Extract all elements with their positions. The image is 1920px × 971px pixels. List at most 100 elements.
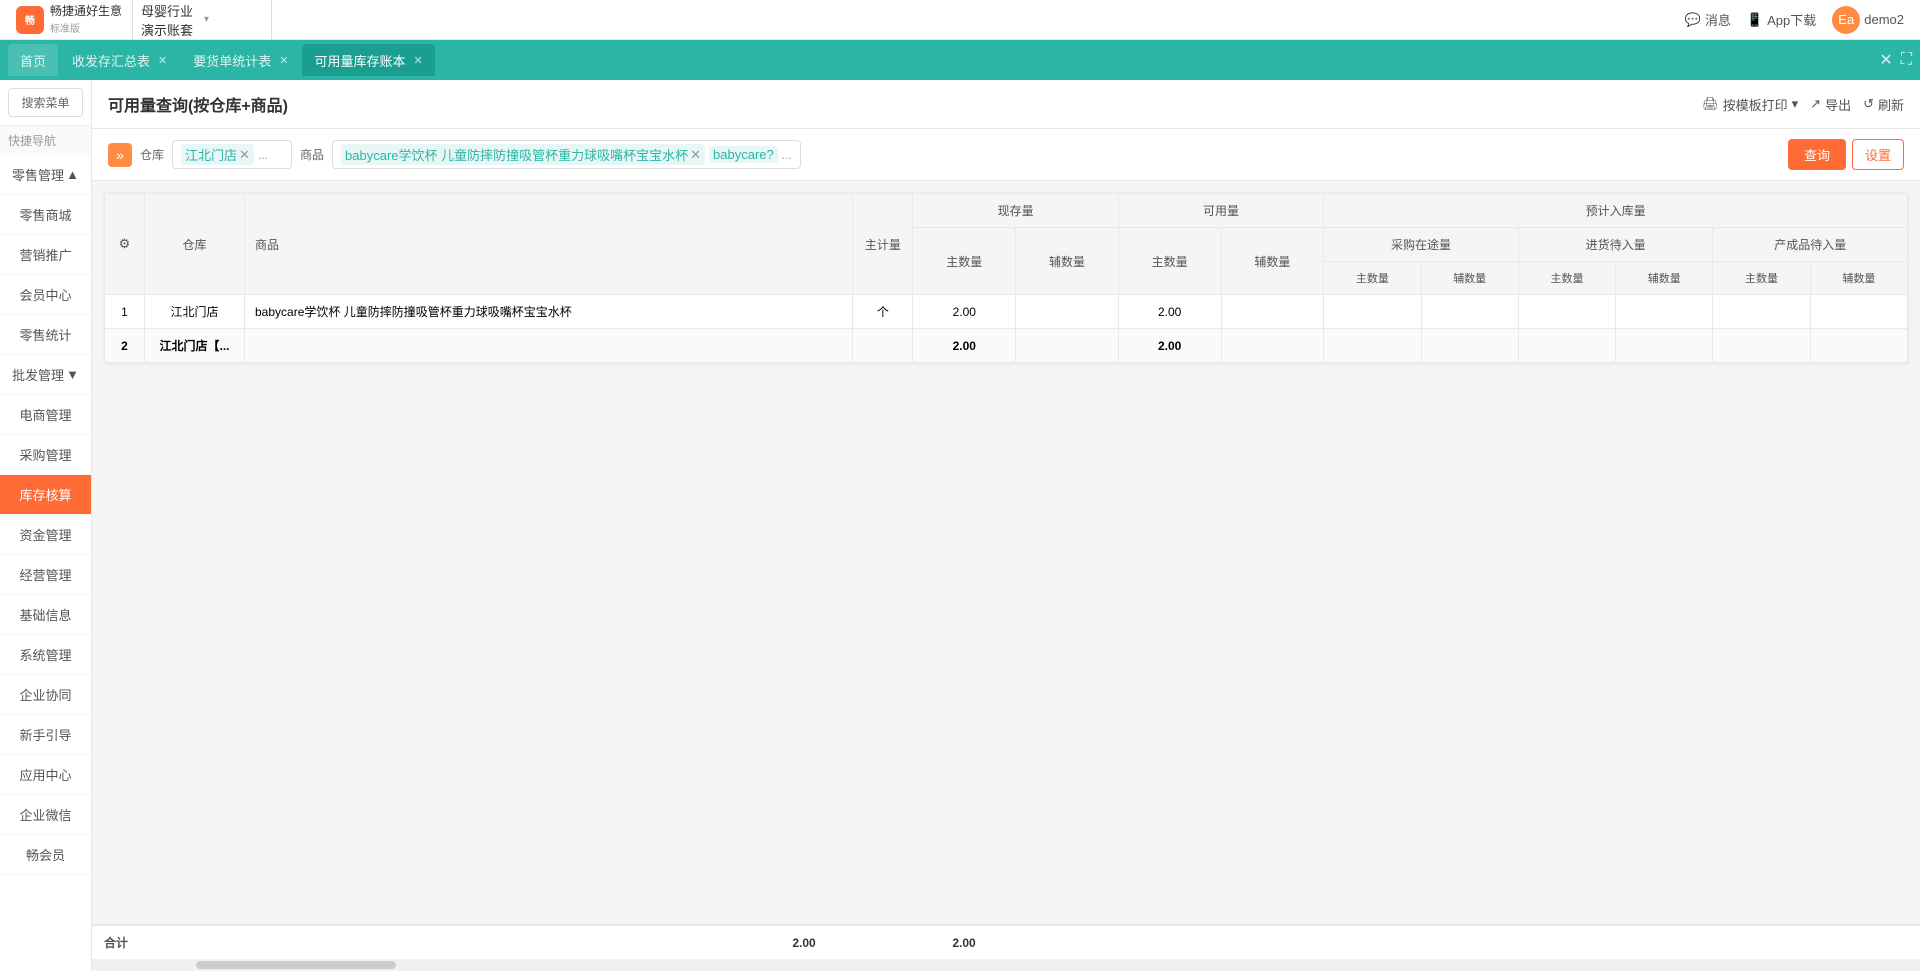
product-more-btn[interactable]: ... [782, 148, 792, 162]
tab-order-stats[interactable]: 要货单统计表 ✕ [181, 44, 300, 76]
print-icon: 🖨 [1702, 96, 1719, 112]
template-print-btn[interactable]: 🖨 按模板打印 ▾ [1702, 95, 1798, 114]
export-btn[interactable]: ↗ 导出 [1810, 95, 1851, 114]
th-current-aux: 辅数量 [1016, 228, 1119, 295]
sidebar-item-wholesale-mgmt[interactable]: 批发管理 ▼ [0, 355, 91, 395]
th-production-aux: 辅数量 [1810, 262, 1907, 295]
user-name: demo2 [1864, 12, 1904, 27]
row2-warehouse: 江北门店【... [145, 329, 245, 363]
row2-seq: 2 [105, 329, 145, 363]
sidebar-item-vip-member[interactable]: 畅会员 [0, 835, 91, 875]
sidebar-item-retail-stats[interactable]: 零售统计 [0, 315, 91, 355]
sidebar-item-enterprise-wechat[interactable]: 企业微信 [0, 795, 91, 835]
search-menu-btn[interactable]: 搜索菜单 [8, 88, 83, 117]
expand-filter-btn[interactable]: » [108, 143, 132, 167]
sidebar-item-enterprise-collab[interactable]: 企业协同 [0, 675, 91, 715]
row2-production-aux [1810, 329, 1907, 363]
row2-current-main: 2.00 [913, 329, 1016, 363]
sidebar-item-purchase-mgmt[interactable]: 采购管理 [0, 435, 91, 475]
top-bar: 畅 畅捷通好生意 标准版 母婴行业演示账套 ▾ 💬 消息 📱 App下载 Ea … [0, 0, 1920, 40]
app-download-btn[interactable]: 📱 App下载 [1747, 10, 1816, 29]
warehouse-more-btn[interactable]: ... [258, 148, 268, 162]
sidebar-enterprise-collab-label: 企业协同 [19, 685, 71, 704]
sidebar-system-label: 系统管理 [19, 645, 71, 664]
th-forecast-in: 预计入库量 [1324, 194, 1908, 228]
tab-receive-summary-label: 收发存汇总表 [72, 51, 150, 70]
th-warehouse: 仓库 [145, 194, 245, 295]
tab-available-stock[interactable]: 可用量库存账本 ✕ [302, 44, 434, 76]
sidebar-wholesale-label: 批发管理 [12, 365, 64, 384]
sidebar-item-system-mgmt[interactable]: 系统管理 [0, 635, 91, 675]
horizontal-scrollbar[interactable] [196, 961, 396, 969]
sidebar-item-marketing[interactable]: 营销推广 [0, 235, 91, 275]
sidebar-item-ecommerce-mgmt[interactable]: 电商管理 [0, 395, 91, 435]
refresh-icon: ↺ [1863, 96, 1874, 112]
row1-avail-main: 2.00 [1118, 295, 1221, 329]
sidebar-member-center-label: 会员中心 [19, 285, 71, 304]
sidebar-item-business-mgmt[interactable]: 经营管理 [0, 555, 91, 595]
tab-close-all-btn[interactable]: ✕ [1879, 50, 1892, 70]
main-layout: 搜索菜单 快捷导航 零售管理 ▲ 零售商城 营销推广 会员中心 零售统计 批发管… [0, 80, 1920, 971]
product-tag-1-remove[interactable]: ✕ [690, 147, 701, 163]
sidebar-finance-label: 资金管理 [19, 525, 71, 544]
avatar: Ea [1832, 6, 1860, 34]
tab-home-label: 首页 [20, 51, 46, 70]
footer-avail-main: 2.00 [924, 936, 1004, 950]
logo-icon: 畅 [16, 6, 44, 34]
sidebar-retail-mall-label: 零售商城 [19, 205, 71, 224]
sidebar-item-retail-mgmt[interactable]: 零售管理 ▲ [0, 155, 91, 195]
refresh-btn[interactable]: ↺ 刷新 [1863, 95, 1904, 114]
sidebar-item-app-center[interactable]: 应用中心 [0, 755, 91, 795]
product-tag-1: babycare学饮杯 儿童防摔防撞吸管杯重力球吸嘴杯宝宝水杯 ✕ [341, 144, 705, 165]
table-footer: 合计 2.00 2.00 [92, 924, 1920, 959]
sidebar-item-new-guide[interactable]: 新手引导 [0, 715, 91, 755]
sidebar-item-inventory-check[interactable]: 库存核算 [0, 475, 91, 515]
filter-actions: 查询 设置 [1788, 139, 1904, 170]
chevron-down-icon: ▾ [204, 14, 263, 25]
tab-receive-summary[interactable]: 收发存汇总表 ✕ [60, 44, 179, 76]
tab-order-stats-close[interactable]: ✕ [279, 54, 288, 67]
settings-btn[interactable]: 设置 [1852, 139, 1904, 170]
logo-sub: 标准版 [50, 20, 122, 35]
logo-text: 畅捷通好生意 [50, 4, 122, 20]
msg-btn[interactable]: 💬 消息 [1685, 10, 1731, 29]
tab-bar-right: ✕ ⛶ [1879, 50, 1912, 70]
page-title-row: 可用量查询(按仓库+商品) 🖨 按模板打印 ▾ ↗ 导出 ↺ 刷新 [108, 92, 1904, 116]
sidebar-nav-label: 快捷导航 [0, 126, 91, 155]
th-purchase-transit-aux: 辅数量 [1421, 262, 1518, 295]
tab-available-stock-label: 可用量库存账本 [314, 51, 405, 70]
sidebar-item-member-center[interactable]: 会员中心 [0, 275, 91, 315]
tab-home[interactable]: 首页 [8, 44, 58, 76]
sidebar-retail-stats-label: 零售统计 [19, 325, 71, 344]
user-area[interactable]: Ea demo2 [1832, 6, 1904, 34]
product-filter-group[interactable]: babycare学饮杯 儿童防摔防撞吸管杯重力球吸嘴杯宝宝水杯 ✕ babyca… [332, 140, 801, 169]
sidebar-marketing-label: 营销推广 [19, 245, 71, 264]
tab-available-stock-close[interactable]: ✕ [414, 54, 423, 67]
filter-row: » 仓库 江北门店 ✕ ... 商品 babycare学饮杯 儿童防摔防撞吸管杯… [92, 129, 1920, 181]
table-area: ⚙ 仓库 商品 主计量 现存量 可用量 预计入库量 主数量 辅数量 主数量 辅数… [92, 181, 1920, 924]
tab-receive-summary-close[interactable]: ✕ [158, 54, 167, 67]
th-product: 商品 [245, 194, 853, 295]
row1-seq: 1 [105, 295, 145, 329]
sidebar-ecommerce-label: 电商管理 [19, 405, 71, 424]
settings-gear-icon[interactable]: ⚙ [119, 236, 131, 251]
row2-purchase-transit-main [1324, 329, 1421, 363]
row1-warehouse: 江北门店 [145, 295, 245, 329]
org-selector[interactable]: 母婴行业演示账套 ▾ [132, 0, 272, 43]
sidebar-purchase-label: 采购管理 [19, 445, 71, 464]
row1-purchase-transit-aux [1421, 295, 1518, 329]
sidebar-item-basic-info[interactable]: 基础信息 [0, 595, 91, 635]
content-area: 可用量查询(按仓库+商品) 🖨 按模板打印 ▾ ↗ 导出 ↺ 刷新 [92, 80, 1920, 971]
tab-order-stats-label: 要货单统计表 [193, 51, 271, 70]
sidebar-item-finance-mgmt[interactable]: 资金管理 [0, 515, 91, 555]
row2-current-aux [1016, 329, 1119, 363]
query-btn[interactable]: 查询 [1788, 139, 1846, 170]
sidebar-retail-mgmt-label: 零售管理 [12, 165, 64, 184]
row1-purchase-transit-main [1324, 295, 1421, 329]
warehouse-tag-remove[interactable]: ✕ [239, 147, 250, 163]
tab-fullscreen-btn[interactable]: ⛶ [1901, 51, 1912, 69]
sidebar-item-retail-mall[interactable]: 零售商城 [0, 195, 91, 235]
warehouse-filter-group[interactable]: 江北门店 ✕ ... [172, 140, 292, 169]
header-actions: 🖨 按模板打印 ▾ ↗ 导出 ↺ 刷新 [1702, 95, 1904, 114]
chevron-icon: ▲ [66, 167, 79, 182]
